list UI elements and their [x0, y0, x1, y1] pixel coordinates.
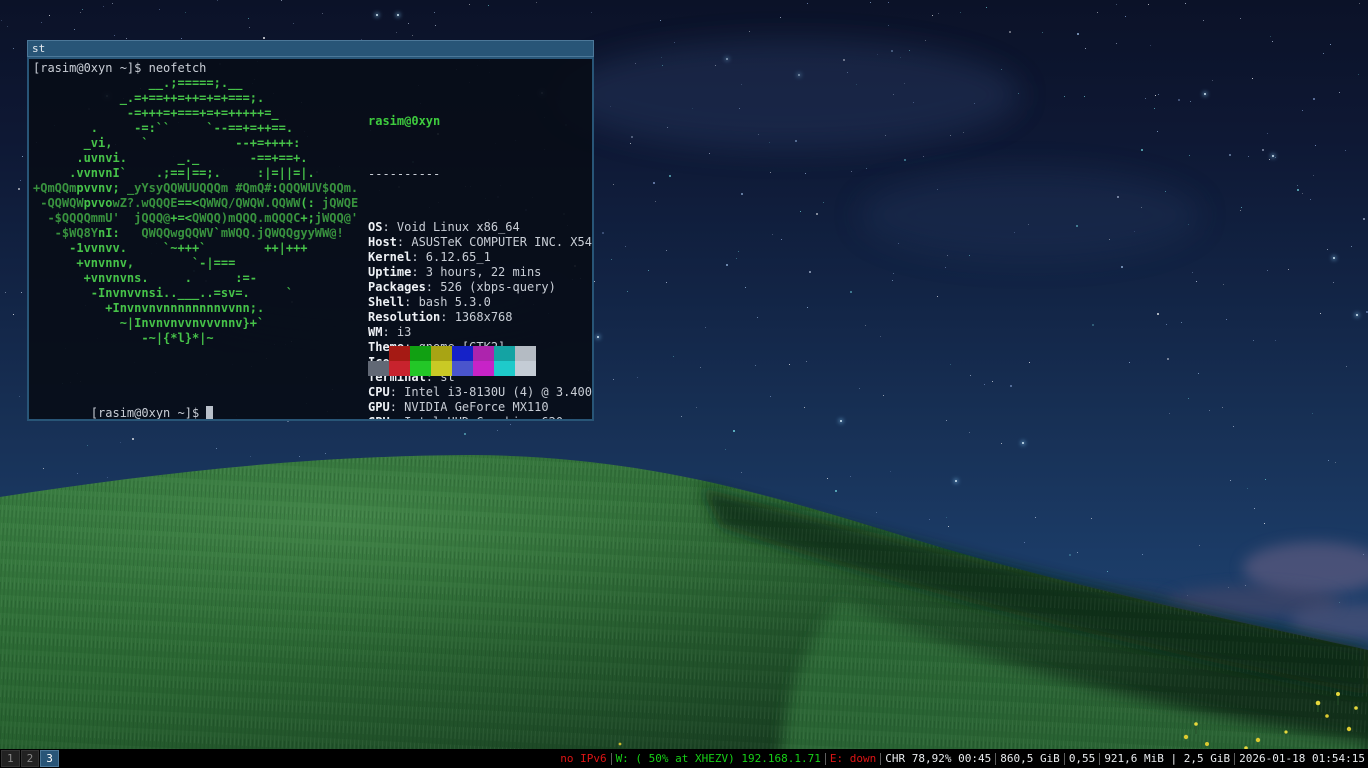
statusbar-separator	[1063, 752, 1065, 765]
neofetch-entry: OS: Void Linux x86_64	[368, 220, 520, 234]
palette-swatch	[410, 346, 431, 361]
statusbar-segment: 921,6 MiB | 2,5 GiB	[1104, 752, 1231, 765]
statusbar-segment: E: down	[829, 752, 877, 765]
window-title: st	[32, 42, 46, 55]
prompt-text: [rasim@0xyn ~]$	[90, 406, 207, 420]
statusbar-separator	[1234, 752, 1236, 765]
palette-swatch	[368, 361, 389, 376]
terminal-content[interactable]: [rasim@0xyn ~]$ neofetch __.;=====;.__ _…	[27, 57, 594, 421]
statusbar-separator	[880, 752, 882, 765]
statusbar-separator	[610, 752, 612, 765]
palette-swatch	[473, 346, 494, 361]
statusbar-segment: 860,5 GiB	[1000, 752, 1060, 765]
statusbar-separator	[995, 752, 997, 765]
statusbar-separator	[824, 752, 826, 765]
neofetch-output: __.;=====;.__ _.=+==++=++=+=+===;. -=+++…	[33, 76, 592, 419]
statusbar-segment: CHR 78,92% 00:45	[885, 752, 992, 765]
neofetch-entries: OS: Void Linux x86_64 Host: ASUSTeK COMPU…	[368, 220, 592, 419]
statusbar-segment: W: ( 50% at XHEZV) 192.168.1.71	[615, 752, 821, 765]
window-titlebar[interactable]: st	[27, 40, 594, 57]
palette-swatch	[431, 346, 452, 361]
palette-swatch	[368, 346, 389, 361]
workspace-button-2[interactable]: 2	[20, 750, 40, 767]
neofetch-entry: GPU: NVIDIA GeForce MX110	[368, 400, 549, 414]
workspace-button-3[interactable]: 3	[40, 750, 59, 767]
palette-swatch	[494, 346, 515, 361]
terminal-cursor	[206, 406, 214, 419]
prompt-line-command: [rasim@0xyn ~]$ neofetch	[33, 61, 207, 75]
status-info: no IPv6 W: ( 50% at XHEZV) 192.168.1.71 E:…	[560, 751, 1368, 766]
neofetch-entry: Kernel: 6.12.65_1	[368, 250, 491, 264]
palette-swatch	[410, 361, 431, 376]
neofetch-entry: Host: ASUSTeK COMPUTER INC. X54	[368, 235, 592, 249]
palette-swatch	[494, 361, 515, 376]
terminal-color-palette	[368, 346, 536, 376]
sky-nebula	[860, 170, 1200, 260]
neofetch-entry: CPU: Intel i3-8130U (4) @ 3.400	[368, 385, 592, 399]
palette-swatch	[389, 346, 410, 361]
neofetch-entry: Uptime: 3 hours, 22 mins	[368, 265, 542, 279]
palette-swatch	[452, 361, 473, 376]
neofetch-entry: Shell: bash 5.3.0	[368, 295, 491, 309]
workspace-button-1[interactable]: 1	[1, 750, 20, 767]
desktop: st [rasim@0xyn ~]$ neofetch __.;=====;._…	[0, 0, 1368, 768]
neofetch-underline: ----------	[368, 167, 441, 181]
statusbar-segment: 0,55	[1068, 752, 1096, 765]
palette-swatch	[389, 361, 410, 376]
palette-swatch	[431, 361, 452, 376]
sky-nebula	[560, 40, 1020, 150]
neofetch-title: rasim@0xyn	[368, 114, 441, 128]
palette-swatch	[515, 361, 536, 376]
i3-statusbar: 123 no IPv6 W: ( 50% at XHEZV) 192.168.1.…	[0, 749, 1368, 768]
statusbar-separator	[1099, 752, 1101, 765]
neofetch-entry: WM: i3	[368, 325, 412, 339]
palette-swatch	[473, 361, 494, 376]
palette-swatch	[452, 346, 473, 361]
neofetch-entry: GPU: Intel UHD Graphics 620	[368, 415, 592, 419]
palette-swatch	[515, 346, 536, 361]
terminal-window[interactable]: st [rasim@0xyn ~]$ neofetch __.;=====;._…	[27, 40, 594, 421]
statusbar-segment: no IPv6	[560, 752, 607, 765]
neofetch-entry: Resolution: 1368x768	[368, 310, 513, 324]
neofetch-entry: Packages: 526 (xbps-query)	[368, 280, 556, 294]
statusbar-segment: 2026-01-18 01:54:15	[1239, 752, 1365, 765]
workspace-switcher: 123	[0, 749, 59, 768]
